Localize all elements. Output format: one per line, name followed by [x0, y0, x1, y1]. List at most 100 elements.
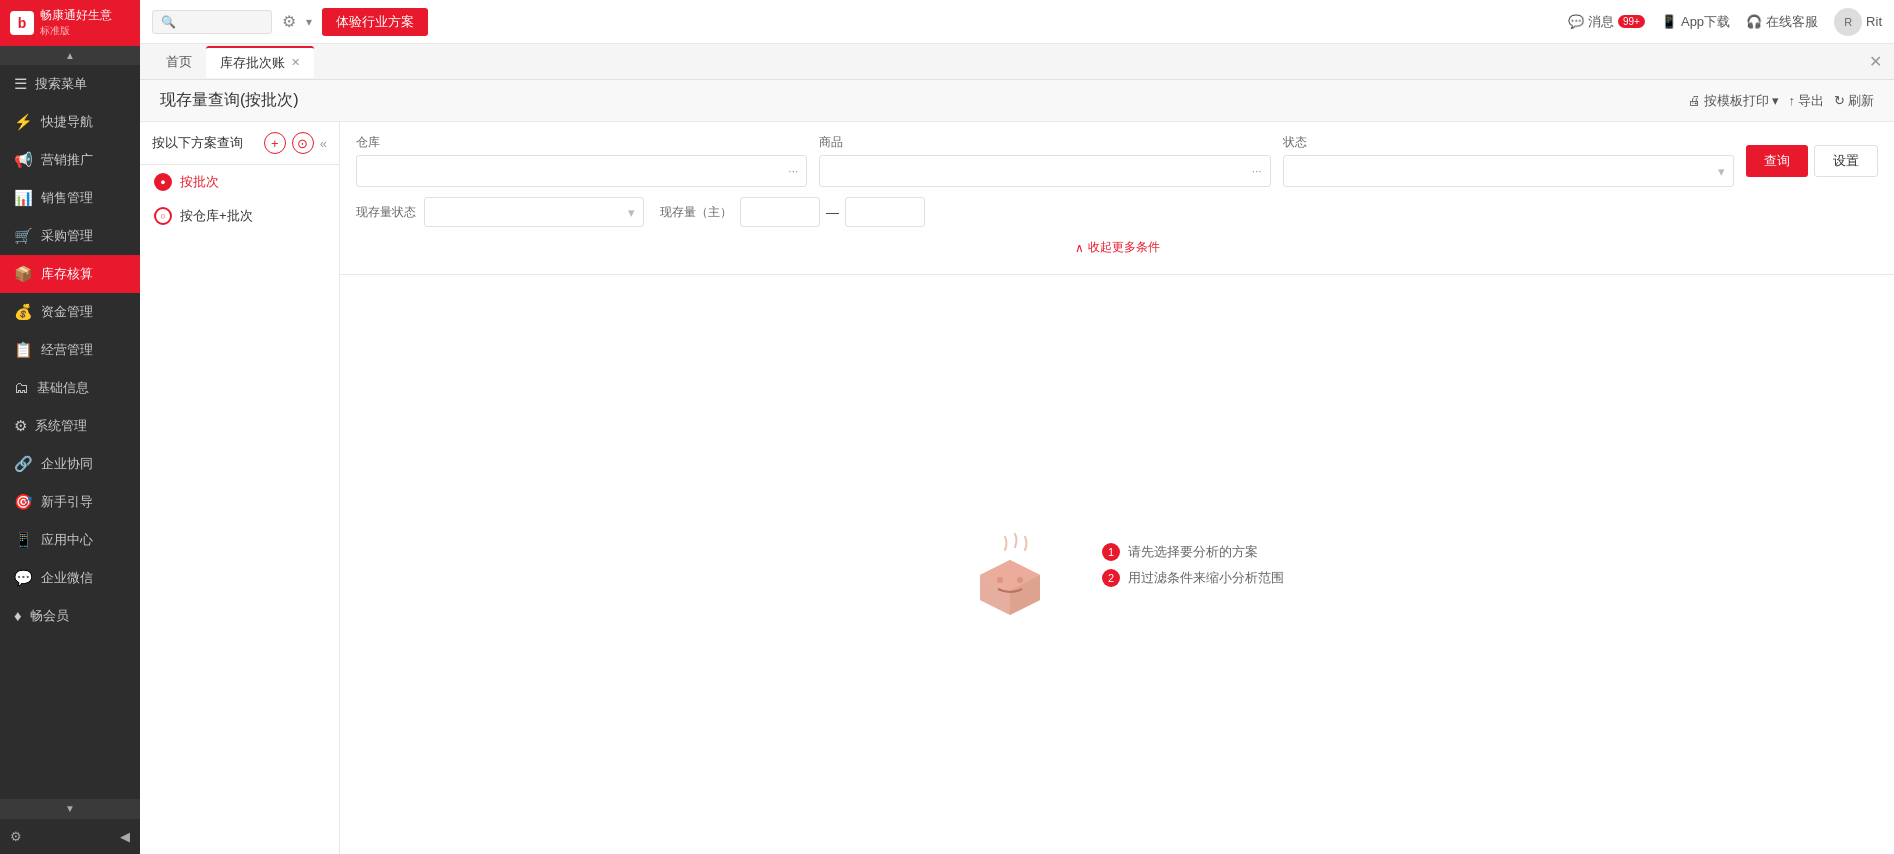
left-panel-actions: + ⊙ «	[264, 132, 327, 154]
left-panel-header: 按以下方案查询 + ⊙ «	[140, 122, 339, 165]
scheme-settings-icon: ⊙	[297, 136, 308, 151]
scheme-by-batch-icon: ●	[154, 173, 172, 191]
sidebar-item-quick-nav[interactable]: ⚡ 快捷导航	[0, 103, 140, 141]
add-scheme-btn[interactable]: +	[264, 132, 286, 154]
sidebar-item-enterprise[interactable]: 🔗 企业协同	[0, 445, 140, 483]
print-dropdown-icon[interactable]: ▾	[1772, 93, 1779, 108]
sidebar-item-basic-info[interactable]: 🗂 基础信息	[0, 369, 140, 407]
sidebar-item-enterprise-wechat[interactable]: 💬 企业微信	[0, 559, 140, 597]
system-icon: ⚙	[14, 417, 27, 435]
quantity-from-input[interactable]	[740, 197, 820, 227]
topbar-search-icon: 🔍	[161, 15, 176, 29]
sidebar-item-marketing[interactable]: 📢 营销推广	[0, 141, 140, 179]
scheme-item-by-warehouse-batch[interactable]: ○ 按仓库+批次	[140, 199, 339, 233]
online-service-btn[interactable]: 🎧 在线客服	[1746, 13, 1818, 31]
sidebar-item-system[interactable]: ⚙ 系统管理	[0, 407, 140, 445]
filter-row-2: 现存量状态 ▾ 现存量（主） —	[356, 197, 1878, 227]
trial-btn[interactable]: 体验行业方案	[322, 8, 428, 36]
status-input[interactable]: ▾	[1283, 155, 1734, 187]
tabs-bar: 首页 库存批次账 ✕ ✕	[140, 44, 1894, 80]
refresh-label: 刷新	[1848, 92, 1874, 110]
scheme-by-batch-label: 按批次	[180, 173, 219, 191]
sidebar-item-inventory[interactable]: 📦 库存核算	[0, 255, 140, 293]
warehouse-filter: 仓库 ···	[356, 134, 807, 187]
sidebar-item-member[interactable]: ♦ 畅会员	[0, 597, 140, 635]
sidebar-item-operations[interactable]: 📋 经营管理	[0, 331, 140, 369]
sidebar-collapse-icon[interactable]: ◀	[120, 829, 130, 844]
basic-info-icon: 🗂	[14, 379, 29, 396]
right-panel: 仓库 ··· 商品 ···	[340, 122, 1894, 854]
warehouse-more-btn[interactable]: ···	[788, 164, 798, 178]
main-area: 🔍 ⚙ ▾ 体验行业方案 💬 消息 99+ 📱 App下载 🎧 在线客服 R	[140, 0, 1894, 854]
sidebar-item-new-guide[interactable]: 🎯 新手引导	[0, 483, 140, 521]
inventory-quantity-range: —	[740, 197, 925, 227]
sidebar-item-search-menu-label: 搜索菜单	[35, 75, 87, 93]
member-icon: ♦	[14, 607, 22, 624]
sidebar-item-basic-info-label: 基础信息	[37, 379, 89, 397]
tab-close-icon[interactable]: ✕	[291, 56, 300, 69]
collapse-bar[interactable]: ∧ 收起更多条件	[356, 233, 1878, 262]
query-btn[interactable]: 查询	[1746, 145, 1808, 177]
topbar-settings-icon[interactable]: ⚙	[282, 12, 296, 31]
left-panel: 按以下方案查询 + ⊙ « ● 按批次	[140, 122, 340, 854]
sidebar-item-search-menu[interactable]: ☰ 搜索菜单	[0, 65, 140, 103]
sidebar-scroll-down[interactable]: ▼	[0, 799, 140, 818]
export-btn[interactable]: ↑ 导出	[1789, 92, 1825, 110]
sidebar-item-purchase-label: 采购管理	[41, 227, 93, 245]
inventory-status-select[interactable]: ▾	[424, 197, 644, 227]
tip-text-1: 请先选择要分析的方案	[1128, 543, 1258, 561]
sidebar-item-member-label: 畅会员	[30, 607, 69, 625]
topbar-dropdown-icon[interactable]: ▾	[306, 15, 312, 29]
tip-text-2: 用过滤条件来缩小分析范围	[1128, 569, 1284, 587]
refresh-icon: ↻	[1834, 93, 1845, 108]
sidebar-item-purchase[interactable]: 🛒 采购管理	[0, 217, 140, 255]
finance-icon: 💰	[14, 303, 33, 321]
inventory-status-dropdown-icon: ▾	[628, 205, 635, 220]
user-area[interactable]: R Rit	[1834, 8, 1882, 36]
sidebar-item-operations-label: 经营管理	[41, 341, 93, 359]
warehouse-input[interactable]: ···	[356, 155, 807, 187]
filter-area: 仓库 ··· 商品 ···	[340, 122, 1894, 275]
range-separator: —	[826, 205, 839, 220]
purchase-icon: 🛒	[14, 227, 33, 245]
app-logo: b	[10, 11, 34, 35]
sidebar-item-app-center[interactable]: 📱 应用中心	[0, 521, 140, 559]
sidebar-scroll-up[interactable]: ▲	[0, 46, 140, 65]
refresh-btn[interactable]: ↻ 刷新	[1834, 92, 1874, 110]
empty-tips: 1 请先选择要分析的方案 2 用过滤条件来缩小分析范围	[1102, 543, 1284, 587]
export-icon: ↑	[1789, 93, 1796, 108]
sidebar-item-finance[interactable]: 💰 资金管理	[0, 293, 140, 331]
inventory-status-label: 现存量状态	[356, 204, 416, 221]
scheme-settings-btn[interactable]: ⊙	[292, 132, 314, 154]
avatar: R	[1834, 8, 1862, 36]
print-template-btn[interactable]: 🖨 按模板打印 ▾	[1688, 92, 1779, 110]
scheme-item-by-batch[interactable]: ● 按批次	[140, 165, 339, 199]
tabs-close-btn[interactable]: ✕	[1869, 52, 1882, 71]
settings-btn[interactable]: 设置	[1814, 145, 1878, 177]
panel-collapse-btn[interactable]: «	[320, 136, 327, 151]
app-download-btn[interactable]: 📱 App下载	[1661, 13, 1730, 31]
sidebar-item-finance-label: 资金管理	[41, 303, 93, 321]
tip-num-2: 2	[1102, 569, 1120, 587]
filter-actions: 查询 设置	[1746, 145, 1878, 177]
headset-icon: 🎧	[1746, 14, 1762, 29]
sidebar-nav: ☰ 搜索菜单 ⚡ 快捷导航 📢 营销推广 📊 销售管理 🛒 采购管理 📦 库	[0, 65, 140, 799]
empty-svg	[950, 515, 1070, 615]
topbar-search-area[interactable]: 🔍	[152, 10, 272, 34]
app-download-label: App下载	[1681, 13, 1730, 31]
empty-content: 1 请先选择要分析的方案 2 用过滤条件来缩小分析范围	[950, 515, 1284, 615]
messages-badge: 99+	[1618, 15, 1645, 28]
sidebar-item-sales[interactable]: 📊 销售管理	[0, 179, 140, 217]
sidebar-item-marketing-label: 营销推广	[41, 151, 93, 169]
status-dropdown-icon[interactable]: ▾	[1718, 164, 1725, 179]
product-input[interactable]: ···	[819, 155, 1270, 187]
messages-btn[interactable]: 💬 消息 99+	[1568, 13, 1645, 31]
sidebar-settings-icon[interactable]: ⚙	[10, 829, 22, 844]
quantity-to-input[interactable]	[845, 197, 925, 227]
tab-inventory-batch[interactable]: 库存批次账 ✕	[206, 46, 314, 78]
product-more-btn[interactable]: ···	[1252, 164, 1262, 178]
marketing-icon: 📢	[14, 151, 33, 169]
inventory-icon: 📦	[14, 265, 33, 283]
tab-home[interactable]: 首页	[152, 47, 206, 77]
tip-item-1: 1 请先选择要分析的方案	[1102, 543, 1284, 561]
